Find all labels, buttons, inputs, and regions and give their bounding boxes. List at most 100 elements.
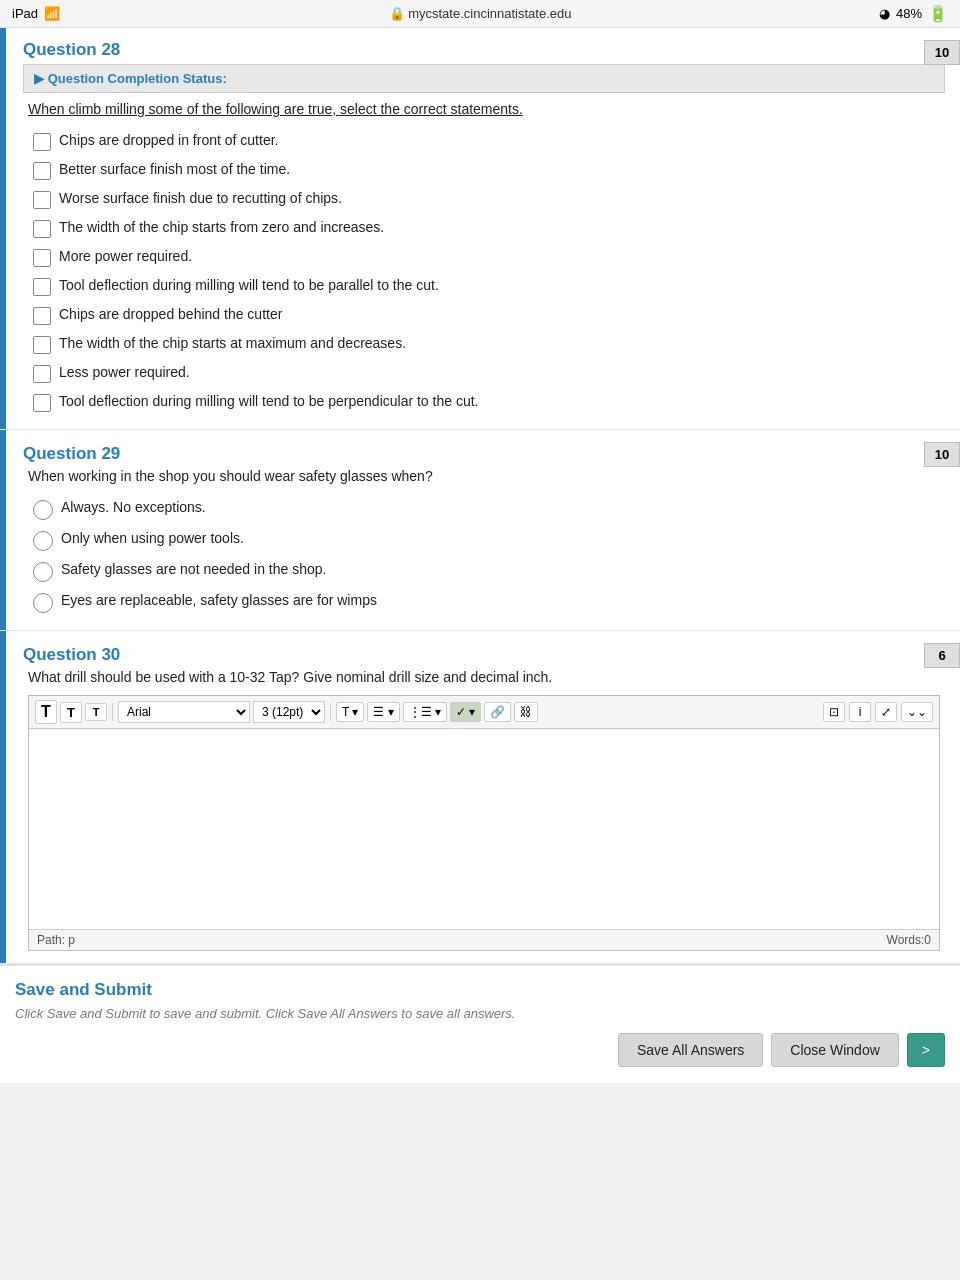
list-item: Safety glasses are not needed in the sho…: [33, 556, 935, 587]
question-29-section: Question 29 When working in the shop you…: [0, 430, 960, 631]
question-29-header: Question 29: [23, 444, 945, 464]
checkbox-28-3[interactable]: [33, 191, 51, 209]
rte-list-button[interactable]: ☰ ▾: [367, 702, 399, 722]
option-label: Less power required.: [59, 364, 190, 380]
rich-text-editor: T T T Arial Times New Roman Courier 3 (1…: [28, 695, 940, 951]
list-item: Better surface finish most of the time.: [33, 156, 935, 185]
question-28-section: Question 28 ▶ Question Completion Status…: [0, 28, 960, 430]
option-label: The width of the chip starts at maximum …: [59, 335, 406, 351]
list-item: Always. No exceptions.: [33, 494, 935, 525]
rte-fullscreen-button[interactable]: ⤢: [875, 702, 897, 722]
question-30-header: Question 30: [23, 645, 945, 665]
question-30-section: Question 30 What drill should be used wi…: [0, 631, 960, 964]
option-label: Always. No exceptions.: [61, 499, 206, 515]
option-label: Chips are dropped in front of cutter.: [59, 132, 278, 148]
rte-divider-1: [112, 703, 113, 721]
battery-label: 48%: [896, 6, 922, 21]
points-badge-28: 10: [924, 40, 960, 65]
question-28-header: Question 28: [23, 40, 945, 60]
completion-status-label: Question Completion Status:: [48, 71, 227, 86]
rte-bold-medium-button[interactable]: T: [60, 702, 82, 723]
status-bar-center: 🔒 mycstate.cincinnatistate.edu: [389, 6, 572, 21]
battery-icon: 🔋: [928, 4, 948, 23]
list-item: More power required.: [33, 243, 935, 272]
checkbox-28-5[interactable]: [33, 249, 51, 267]
option-label: Eyes are replaceable, safety glasses are…: [61, 592, 377, 608]
rte-body[interactable]: [29, 729, 939, 929]
list-item: Eyes are replaceable, safety glasses are…: [33, 587, 935, 618]
checkbox-28-9[interactable]: [33, 365, 51, 383]
teal-button[interactable]: >: [907, 1033, 945, 1067]
question-29-options: Always. No exceptions. Only when using p…: [23, 494, 945, 618]
option-label: Tool deflection during milling will tend…: [59, 393, 478, 409]
checkbox-28-10[interactable]: [33, 394, 51, 412]
option-label: The width of the chip starts from zero a…: [59, 219, 384, 235]
rte-info-button[interactable]: i: [849, 702, 871, 722]
main-content: Question 28 ▶ Question Completion Status…: [0, 28, 960, 1083]
checkbox-28-1[interactable]: [33, 133, 51, 151]
option-label: Better surface finish most of the time.: [59, 161, 290, 177]
question-30-text: What drill should be used with a 10-32 T…: [23, 669, 945, 685]
lock-icon: 🔒: [389, 6, 405, 21]
rte-size-select[interactable]: 3 (12pt) 1 (8pt) 2 (10pt) 4 (14pt): [253, 701, 325, 723]
left-accent-30: [0, 631, 6, 963]
list-item: The width of the chip starts from zero a…: [33, 214, 935, 243]
radio-29-1[interactable]: [33, 500, 53, 520]
question-28-text: When climb milling some of the following…: [23, 101, 945, 117]
option-label: Only when using power tools.: [61, 530, 244, 546]
rte-toolbar: T T T Arial Times New Roman Courier 3 (1…: [29, 696, 939, 729]
save-all-answers-button[interactable]: Save All Answers: [618, 1033, 763, 1067]
list-item: Tool deflection during milling will tend…: [33, 272, 935, 301]
close-window-button[interactable]: Close Window: [771, 1033, 898, 1067]
option-label: Worse surface finish due to recutting of…: [59, 190, 342, 206]
list-item: Worse surface finish due to recutting of…: [33, 185, 935, 214]
checkbox-28-6[interactable]: [33, 278, 51, 296]
checkbox-28-2[interactable]: [33, 162, 51, 180]
option-label: Tool deflection during milling will tend…: [59, 277, 439, 293]
option-label: Chips are dropped behind the cutter: [59, 306, 282, 322]
save-submit-description: Click Save and Submit to save and submit…: [15, 1006, 945, 1021]
radio-29-2[interactable]: [33, 531, 53, 551]
save-submit-title: Save and Submit: [15, 980, 945, 1000]
radio-29-4[interactable]: [33, 593, 53, 613]
checkbox-28-7[interactable]: [33, 307, 51, 325]
save-submit-section: Save and Submit Click Save and Submit to…: [0, 964, 960, 1083]
status-bar-left: iPad 📶: [12, 6, 60, 21]
list-item: Tool deflection during milling will tend…: [33, 388, 935, 417]
status-bar-right: ◕ 48% 🔋: [879, 4, 948, 23]
wifi-icon: 📶: [44, 6, 60, 21]
status-bar: iPad 📶 🔒 mycstate.cincinnatistate.edu ◕ …: [0, 0, 960, 28]
left-accent-29: [0, 430, 6, 630]
option-label: Safety glasses are not needed in the sho…: [61, 561, 326, 577]
list-item: Less power required.: [33, 359, 935, 388]
rte-media-button[interactable]: ⊡: [823, 702, 845, 722]
checkbox-28-4[interactable]: [33, 220, 51, 238]
rte-indent-button[interactable]: ⋮☰ ▾: [403, 702, 447, 722]
rte-format-button[interactable]: T ▾: [336, 702, 364, 722]
rte-unlink-button[interactable]: ⛓: [514, 702, 538, 722]
completion-status-bar: ▶ Question Completion Status:: [23, 64, 945, 93]
rte-link-button[interactable]: 🔗: [484, 702, 511, 722]
question-29-text: When working in the shop you should wear…: [23, 468, 945, 484]
rte-toolbar-right: ⊡ i ⤢ ⌄⌄: [823, 702, 933, 722]
rte-words: Words:0: [887, 933, 931, 947]
points-badge-29: 10: [924, 442, 960, 467]
list-item: The width of the chip starts at maximum …: [33, 330, 935, 359]
rte-collapse-button[interactable]: ⌄⌄: [901, 702, 933, 722]
left-accent-28: [0, 28, 6, 429]
list-item: Chips are dropped behind the cutter: [33, 301, 935, 330]
rte-spellcheck-button[interactable]: ✓ ▾: [450, 702, 481, 722]
list-item: Only when using power tools.: [33, 525, 935, 556]
option-label: More power required.: [59, 248, 192, 264]
ipad-label: iPad: [12, 6, 38, 21]
checkbox-28-8[interactable]: [33, 336, 51, 354]
rte-bold-large-button[interactable]: T: [35, 700, 57, 724]
radio-29-3[interactable]: [33, 562, 53, 582]
rte-path: Path: p: [37, 933, 75, 947]
rte-font-select[interactable]: Arial Times New Roman Courier: [118, 701, 250, 723]
rte-bold-small-button[interactable]: T: [85, 703, 107, 721]
points-badge-30: 6: [924, 643, 960, 668]
url-display: mycstate.cincinnatistate.edu: [408, 6, 571, 21]
list-item: Chips are dropped in front of cutter.: [33, 127, 935, 156]
rte-statusbar: Path: p Words:0: [29, 929, 939, 950]
